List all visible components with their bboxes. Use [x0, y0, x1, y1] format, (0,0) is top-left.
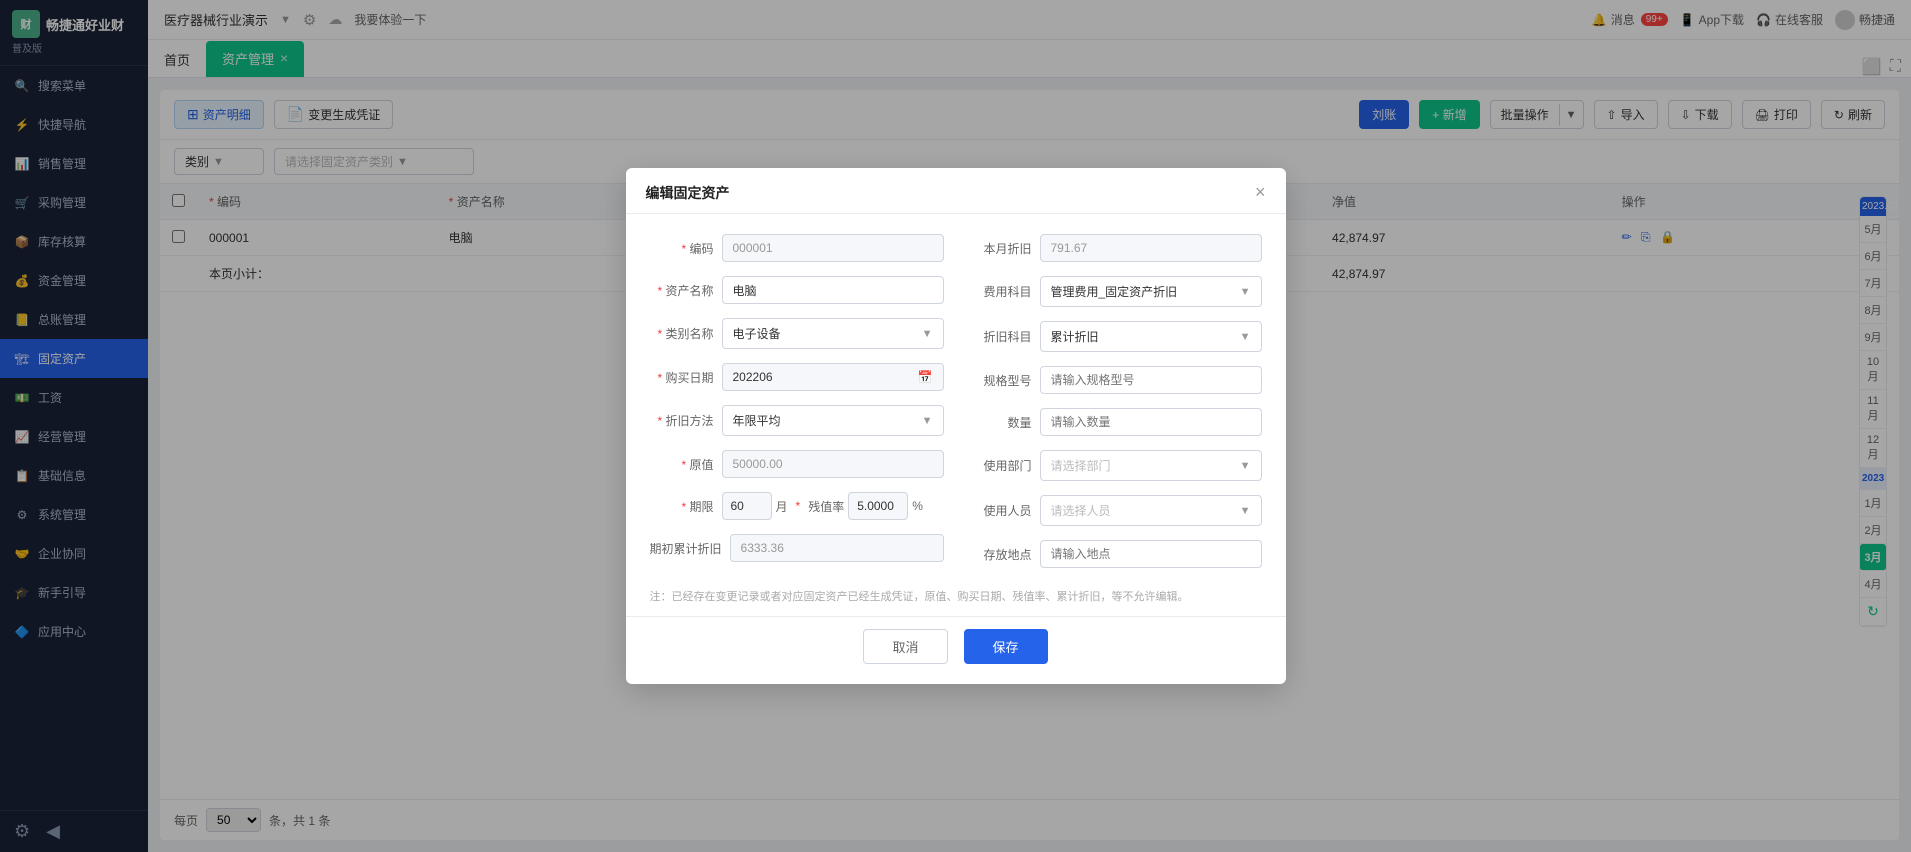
category-label: 类别名称: [650, 325, 714, 342]
original-cost-input[interactable]: [722, 450, 944, 478]
form-row-initial-acc-dep: 期初累计折旧: [650, 534, 944, 562]
form-row-purchase-date: 购买日期 202206 📅: [650, 363, 944, 391]
form-row-user: 使用人员 请选择人员 ▼: [968, 495, 1262, 526]
period-input[interactable]: [722, 492, 772, 520]
quantity-input[interactable]: [1040, 408, 1262, 436]
initial-acc-dep-label: 期初累计折旧: [650, 540, 722, 557]
user-placeholder: 请选择人员: [1051, 502, 1111, 519]
dialog-title: 编辑固定资产: [646, 183, 730, 203]
code-input[interactable]: [722, 234, 944, 262]
form-row-original-cost: 原值: [650, 450, 944, 478]
dep-subject-value: 累计折旧: [1051, 328, 1099, 345]
purchase-date-value: 202206: [733, 370, 773, 384]
user-label: 使用人员: [968, 502, 1032, 519]
expense-subject-label: 费用科目: [968, 283, 1032, 300]
dialog-left-col: 编码 资产名称 类别名称 电子设备 ▼ 购买日期: [650, 234, 944, 568]
original-cost-label: 原值: [650, 456, 714, 473]
chevron-down-icon: ▼: [1240, 331, 1251, 343]
residual-rate-unit: %: [912, 499, 923, 513]
asset-name-input[interactable]: [722, 276, 944, 304]
form-row-dep-method: 折旧方法 年限平均 ▼: [650, 405, 944, 436]
code-label: 编码: [650, 240, 714, 257]
spec-model-input[interactable]: [1040, 366, 1262, 394]
form-row-code: 编码: [650, 234, 944, 262]
form-row-expense-subject: 费用科目 管理费用_固定资产折旧 ▼: [968, 276, 1262, 307]
dep-method-select[interactable]: 年限平均 ▼: [722, 405, 944, 436]
dialog-overlay: 编辑固定资产 × 编码 资产名称 类别名称 电子设备 ▼: [0, 0, 1911, 852]
location-label: 存放地点: [968, 546, 1032, 563]
form-row-asset-name: 资产名称: [650, 276, 944, 304]
form-row-monthly-dep: 本月折旧: [968, 234, 1262, 262]
residual-rate-label: 残值率: [808, 498, 844, 515]
form-row-spec-model: 规格型号: [968, 366, 1262, 394]
dept-label: 使用部门: [968, 457, 1032, 474]
asset-name-label: 资产名称: [650, 282, 714, 299]
purchase-date-label: 购买日期: [650, 369, 714, 386]
dep-method-value: 年限平均: [733, 412, 781, 429]
period-unit: 月: [776, 498, 788, 515]
dialog-close-button[interactable]: ×: [1255, 182, 1266, 203]
category-select[interactable]: 电子设备 ▼: [722, 318, 944, 349]
chevron-down-icon: ▼: [922, 415, 933, 427]
dep-subject-label: 折旧科目: [968, 328, 1032, 345]
chevron-down-icon: ▼: [922, 328, 933, 340]
dep-method-label: 折旧方法: [650, 412, 714, 429]
dialog-body: 编码 资产名称 类别名称 电子设备 ▼ 购买日期: [626, 214, 1286, 580]
user-select[interactable]: 请选择人员 ▼: [1040, 495, 1262, 526]
chevron-down-icon: ▼: [1240, 505, 1251, 517]
chevron-down-icon: ▼: [1240, 286, 1251, 298]
dialog-footer: 取消 保存: [626, 616, 1286, 684]
calendar-icon: 📅: [918, 370, 933, 384]
dept-placeholder: 请选择部门: [1051, 457, 1111, 474]
spec-model-label: 规格型号: [968, 372, 1032, 389]
monthly-dep-label: 本月折旧: [968, 240, 1032, 257]
dialog-note: 注：已经存在变更记录或者对应固定资产已经生成凭证，原值、购买日期、残值率、累计折…: [626, 580, 1286, 616]
expense-subject-select[interactable]: 管理费用_固定资产折旧 ▼: [1040, 276, 1262, 307]
form-row-category: 类别名称 电子设备 ▼: [650, 318, 944, 349]
expense-subject-value: 管理费用_固定资产折旧: [1051, 283, 1178, 300]
purchase-date-input[interactable]: 202206 📅: [722, 363, 944, 391]
period-label: 期限: [650, 498, 714, 515]
dialog-header: 编辑固定资产 ×: [626, 168, 1286, 214]
cancel-button[interactable]: 取消: [863, 629, 947, 664]
residual-rate-input[interactable]: [848, 492, 908, 520]
period-inputs: 月 * 残值率 %: [722, 492, 944, 520]
form-row-dep-subject: 折旧科目 累计折旧 ▼: [968, 321, 1262, 352]
form-row-location: 存放地点: [968, 540, 1262, 568]
edit-asset-dialog: 编辑固定资产 × 编码 资产名称 类别名称 电子设备 ▼: [626, 168, 1286, 684]
dep-subject-select[interactable]: 累计折旧 ▼: [1040, 321, 1262, 352]
form-row-dept: 使用部门 请选择部门 ▼: [968, 450, 1262, 481]
quantity-label: 数量: [968, 414, 1032, 431]
dept-select[interactable]: 请选择部门 ▼: [1040, 450, 1262, 481]
monthly-dep-input: [1040, 234, 1262, 262]
form-row-quantity: 数量: [968, 408, 1262, 436]
chevron-down-icon: ▼: [1240, 460, 1251, 472]
save-button[interactable]: 保存: [964, 629, 1048, 664]
form-row-period: 期限 月 * 残值率 %: [650, 492, 944, 520]
category-value: 电子设备: [733, 325, 781, 342]
dialog-right-col: 本月折旧 费用科目 管理费用_固定资产折旧 ▼ 折旧科目 累计折旧 ▼: [968, 234, 1262, 568]
location-input[interactable]: [1040, 540, 1262, 568]
initial-acc-dep-input[interactable]: [730, 534, 944, 562]
